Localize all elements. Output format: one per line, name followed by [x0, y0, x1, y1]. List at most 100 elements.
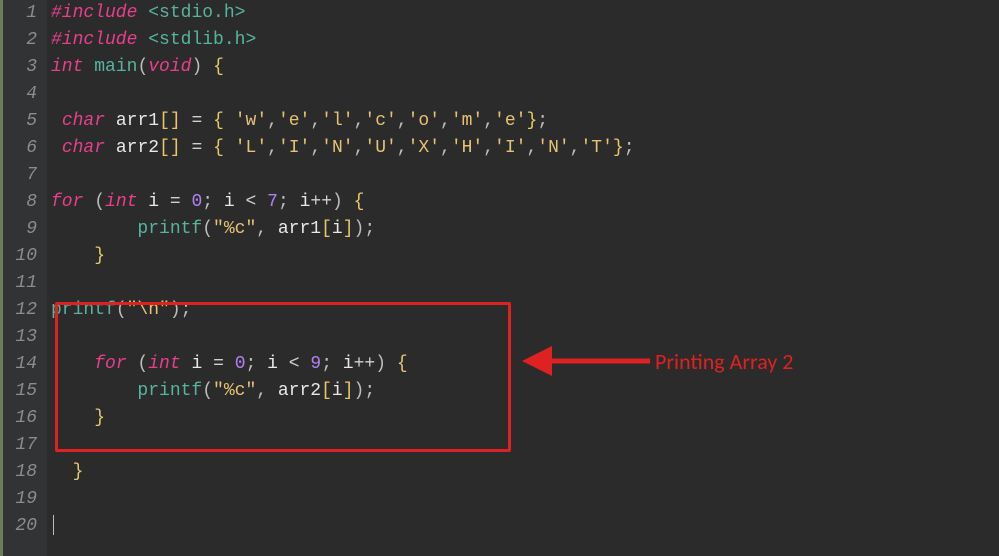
code-token	[181, 192, 192, 212]
line-number: 11	[9, 270, 37, 297]
code-token: ++	[310, 192, 332, 212]
code-line[interactable]	[51, 162, 999, 189]
code-line[interactable]: printf("%c", arr1[i]);	[51, 216, 999, 243]
code-token: 0	[191, 192, 202, 212]
code-token: )	[375, 354, 397, 374]
code-token: 'U'	[364, 138, 396, 158]
code-line[interactable]: for (int i = 0; i < 9; i++) {	[51, 351, 999, 378]
code-token: ,	[483, 111, 494, 131]
code-line[interactable]: printf("%c", arr2[i]);	[51, 378, 999, 405]
code-token: ,	[267, 111, 278, 131]
code-token	[137, 30, 148, 50]
code-token: int	[51, 57, 83, 77]
code-line[interactable]: char arr1[] = { 'w','e','l','c','o','m',…	[51, 108, 999, 135]
code-token: char	[62, 138, 105, 158]
code-token: {	[397, 354, 408, 374]
code-token	[235, 192, 246, 212]
code-token: i	[300, 192, 311, 212]
code-token: "%c"	[213, 219, 256, 239]
code-line[interactable]	[51, 513, 999, 540]
code-token: ,	[267, 138, 278, 158]
code-line[interactable]: printf("\n");	[51, 297, 999, 324]
code-token: i	[148, 192, 159, 212]
code-token: 'N'	[537, 138, 569, 158]
code-token: ,	[310, 138, 321, 158]
code-token: ;	[278, 192, 300, 212]
code-token: "\n"	[127, 300, 170, 320]
code-token: );	[170, 300, 192, 320]
code-token: }	[526, 111, 537, 131]
code-token: (	[127, 354, 149, 374]
code-token: 'L'	[235, 138, 267, 158]
code-line[interactable]	[51, 324, 999, 351]
code-line[interactable]	[51, 432, 999, 459]
code-token: 'o'	[408, 111, 440, 131]
code-token	[224, 138, 235, 158]
code-token: i	[332, 219, 343, 239]
code-token	[51, 408, 94, 428]
code-token	[51, 381, 137, 401]
code-token: ,	[354, 111, 365, 131]
code-token: }	[94, 246, 105, 266]
code-token	[181, 138, 192, 158]
code-line[interactable]	[51, 270, 999, 297]
code-token: 'w'	[235, 111, 267, 131]
code-token: <stdio.h>	[148, 3, 245, 23]
code-token: ;	[537, 111, 548, 131]
code-token: ,	[570, 138, 581, 158]
code-line[interactable]: int main(void) {	[51, 54, 999, 81]
code-token: )	[332, 192, 354, 212]
code-editor[interactable]: 1234567891011121314151617181920 #include…	[0, 0, 999, 556]
code-token: #include	[51, 30, 137, 50]
code-token: int	[105, 192, 137, 212]
code-token: {	[213, 111, 224, 131]
code-line[interactable]	[51, 486, 999, 513]
text-cursor	[53, 515, 54, 535]
code-line[interactable]: }	[51, 405, 999, 432]
code-token: (	[202, 381, 213, 401]
line-number: 2	[9, 27, 37, 54]
line-number: 1	[9, 0, 37, 27]
code-token: i	[267, 354, 278, 374]
line-number: 12	[9, 297, 37, 324]
line-number: 9	[9, 216, 37, 243]
code-token	[51, 111, 62, 131]
code-token: );	[354, 219, 376, 239]
code-line[interactable]: char arr2[] = { 'L','I','N','U','X','H',…	[51, 135, 999, 162]
line-number: 8	[9, 189, 37, 216]
line-number: 20	[9, 513, 37, 540]
code-token	[51, 354, 94, 374]
code-token: 'e'	[494, 111, 526, 131]
code-token: 'I'	[494, 138, 526, 158]
code-token	[202, 354, 213, 374]
code-token: ]	[343, 219, 354, 239]
code-token: ++	[354, 354, 376, 374]
line-number: 17	[9, 432, 37, 459]
code-token	[51, 138, 62, 158]
code-area[interactable]: #include <stdio.h>#include <stdlib.h>int…	[47, 0, 999, 556]
code-token: arr1	[116, 111, 159, 131]
code-line[interactable]: #include <stdio.h>	[51, 0, 999, 27]
code-token: ,	[526, 138, 537, 158]
code-token: =	[191, 111, 202, 131]
code-line[interactable]: #include <stdlib.h>	[51, 27, 999, 54]
code-token	[51, 246, 94, 266]
code-token: 'l'	[321, 111, 353, 131]
code-token: ;	[321, 354, 343, 374]
code-token: 7	[267, 192, 278, 212]
code-token: 'H'	[451, 138, 483, 158]
code-line[interactable]: for (int i = 0; i < 7; i++) {	[51, 189, 999, 216]
code-token	[181, 354, 192, 374]
line-number-gutter: 1234567891011121314151617181920	[3, 0, 47, 556]
code-token: 'I'	[278, 138, 310, 158]
code-line[interactable]: }	[51, 459, 999, 486]
code-token: {	[213, 138, 224, 158]
code-token: ;	[624, 138, 635, 158]
code-token: "%c"	[213, 381, 256, 401]
code-line[interactable]: }	[51, 243, 999, 270]
line-number: 7	[9, 162, 37, 189]
code-token: ,	[354, 138, 365, 158]
code-line[interactable]	[51, 81, 999, 108]
code-token: int	[148, 354, 180, 374]
code-token: []	[159, 138, 181, 158]
